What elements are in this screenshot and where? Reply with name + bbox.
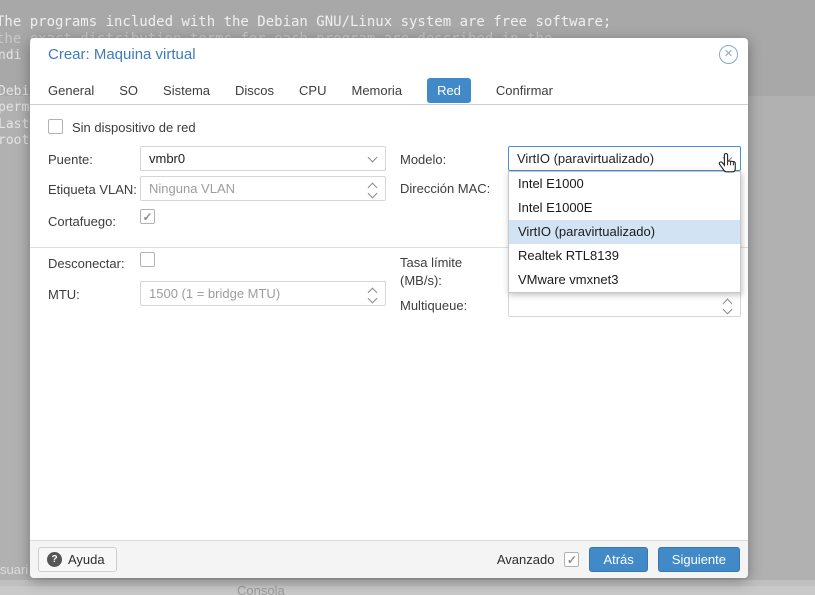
dialog-footer: ? Ayuda Avanzado ✓ Atrás Siguiente [30, 540, 748, 578]
tab-sistema[interactable]: Sistema [163, 78, 210, 103]
help-icon: ? [47, 552, 62, 567]
rate-limit-label: Tasa límite (MB/s): [400, 255, 463, 288]
spinner-down-icon[interactable] [367, 293, 378, 304]
spinner-down-icon[interactable] [367, 188, 378, 199]
mtu-spinner[interactable]: 1500 (1 = bridge MTU) [140, 281, 386, 306]
dropdown-item-intel-e1000e[interactable]: Intel E1000E [509, 196, 740, 220]
bridge-combo[interactable]: vmbr0 [140, 146, 386, 171]
tab-general[interactable]: General [48, 78, 94, 103]
next-button[interactable]: Siguiente [657, 547, 740, 572]
help-button-label: Ayuda [68, 552, 105, 567]
terminal-fragment: perm [0, 100, 30, 115]
model-value: VirtIO (paravirtualizado) [517, 151, 655, 166]
back-button[interactable]: Atrás [589, 547, 648, 572]
dropdown-item-intel-e1000[interactable]: Intel E1000 [509, 172, 740, 196]
tabbar-divider [30, 104, 748, 105]
no-network-label: Sin dispositivo de red [72, 120, 196, 135]
tab-discos[interactable]: Discos [235, 78, 274, 103]
model-label: Modelo: [400, 152, 447, 167]
vlan-label: Etiqueta VLAN: [48, 182, 137, 197]
chevron-down-icon[interactable] [367, 152, 378, 163]
bottom-tabstrip-background [0, 586, 815, 595]
spinner-down-icon[interactable] [722, 304, 733, 315]
close-icon[interactable]: ✕ [719, 45, 738, 64]
tab-memoria[interactable]: Memoria [351, 78, 402, 103]
vlan-spinner[interactable]: Ninguna VLAN [140, 176, 386, 201]
background-console-tab-fragment: Consola [237, 583, 285, 595]
dropdown-item-realtek[interactable]: Realtek RTL8139 [509, 244, 740, 268]
terminal-fragment: ndi [0, 48, 22, 63]
mtu-label: MTU: [48, 287, 80, 302]
terminal-line-1: The programs included with the Debian GN… [0, 14, 612, 30]
disconnect-label: Desconectar: [48, 256, 125, 271]
model-dropdown-list: Intel E1000 Intel E1000E VirtIO (paravir… [508, 171, 741, 293]
wizard-tabbar: General SO Sistema Discos CPU Memoria Re… [48, 76, 748, 104]
dropdown-item-vmware[interactable]: VMware vmxnet3 [509, 268, 740, 292]
multiqueue-label: Multiqueue: [400, 298, 468, 313]
no-network-checkbox[interactable] [48, 119, 63, 134]
create-vm-dialog: Crear: Maquina virtual ✕ General SO Sist… [30, 38, 748, 578]
firewall-label: Cortafuego: [48, 214, 116, 229]
dropdown-item-virtio[interactable]: VirtIO (paravirtualizado) [509, 220, 740, 244]
firewall-checkbox[interactable]: ✓ [140, 209, 155, 224]
chevron-down-icon[interactable] [722, 152, 733, 163]
tab-cpu[interactable]: CPU [299, 78, 326, 103]
background-user-fragment: suari [0, 562, 29, 577]
advanced-label: Avanzado [496, 552, 555, 567]
mtu-placeholder: 1500 (1 = bridge MTU) [149, 286, 281, 301]
tab-confirmar[interactable]: Confirmar [496, 78, 553, 103]
bridge-label: Puente: [48, 152, 93, 167]
tab-red[interactable]: Red [427, 77, 471, 103]
tab-so[interactable]: SO [119, 78, 138, 103]
terminal-fragment: Last [0, 117, 30, 132]
disconnect-checkbox[interactable] [140, 252, 155, 267]
vlan-placeholder: Ninguna VLAN [149, 181, 235, 196]
help-button[interactable]: ? Ayuda [38, 547, 117, 572]
bridge-value: vmbr0 [149, 151, 186, 166]
multiqueue-spinner[interactable] [508, 292, 741, 317]
model-combo[interactable]: VirtIO (paravirtualizado) [508, 146, 741, 171]
dialog-title: Crear: Maquina virtual [48, 46, 196, 63]
mac-label: Dirección MAC: [400, 181, 491, 196]
advanced-checkbox[interactable]: ✓ [564, 552, 580, 567]
